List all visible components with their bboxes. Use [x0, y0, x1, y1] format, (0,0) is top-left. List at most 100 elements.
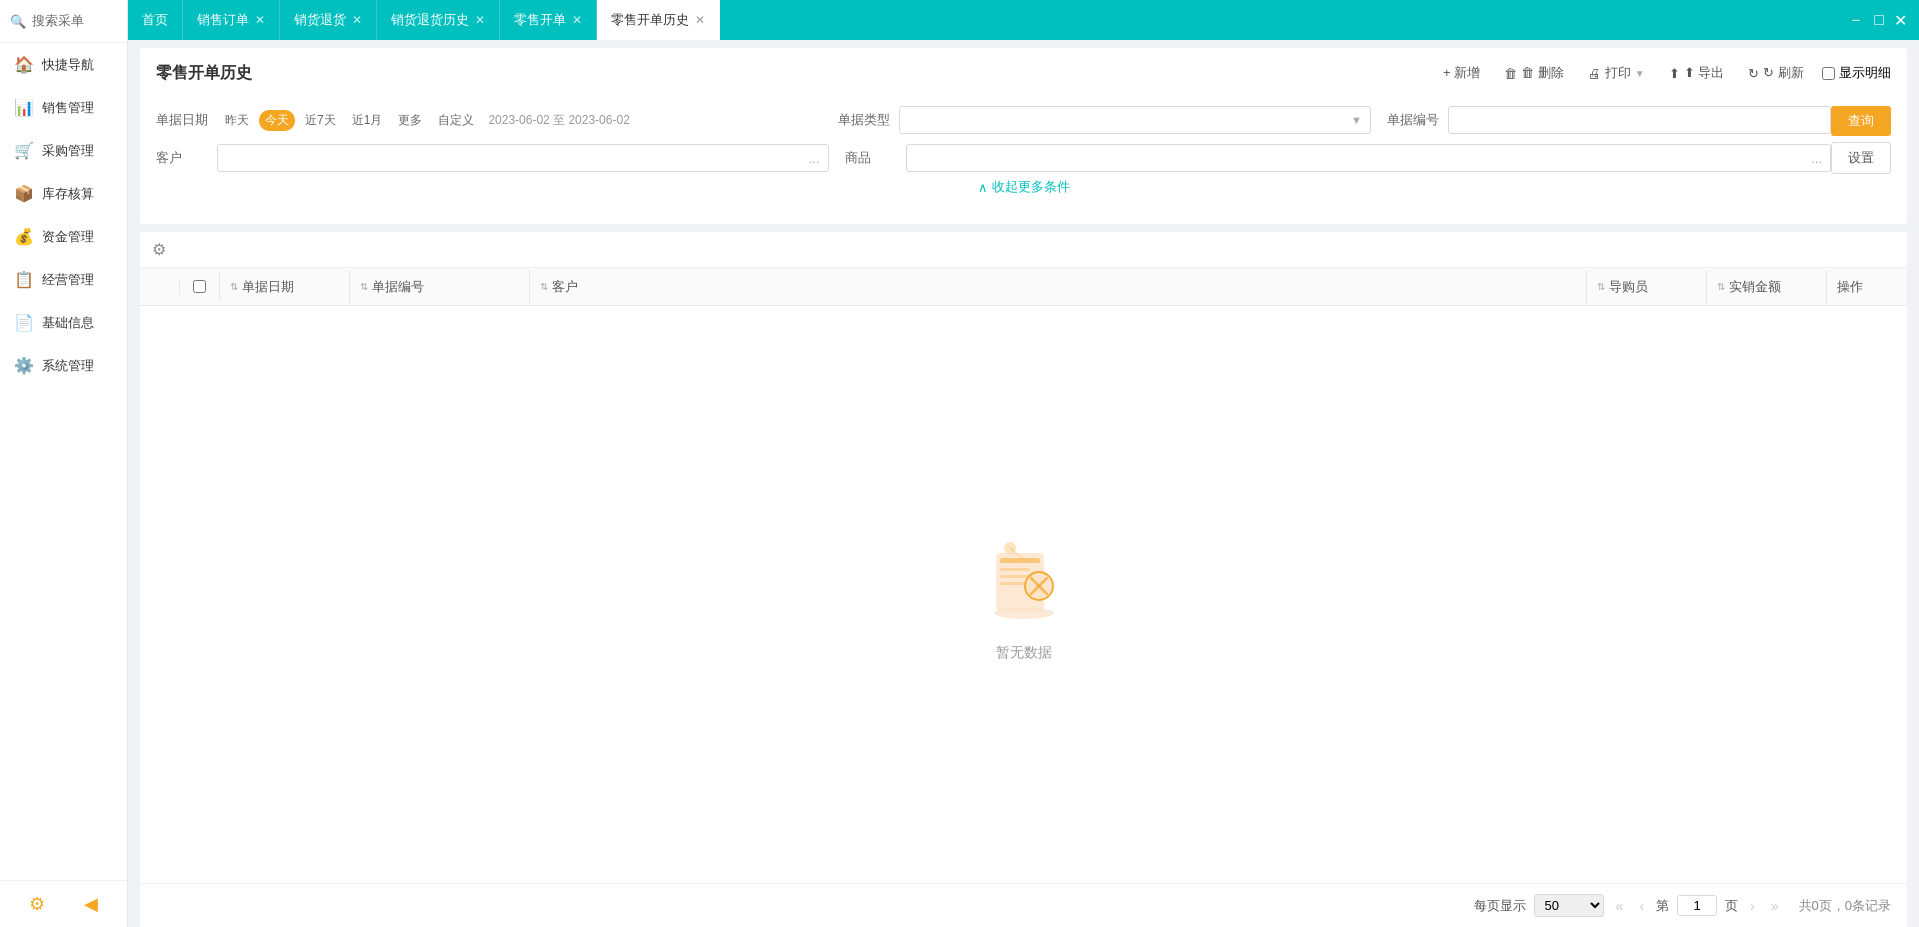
- display-detail-checkbox[interactable]: [1822, 67, 1835, 80]
- goods-input[interactable]: [915, 151, 1812, 166]
- svg-rect-2: [1000, 558, 1040, 563]
- sort-icon-amount: ⇅: [1717, 281, 1725, 292]
- table-toolbar: ⚙: [140, 232, 1907, 268]
- sidebar-item-operations[interactable]: 📋 经营管理: [0, 258, 127, 301]
- th-customer-label: 客户: [552, 278, 578, 296]
- date-range-text: 2023-06-02 至 2023-06-02: [488, 112, 629, 129]
- search-menu-item[interactable]: 🔍 搜索采单: [0, 0, 127, 43]
- print-icon: 🖨: [1588, 66, 1601, 81]
- tab-home[interactable]: 首页: [128, 0, 183, 40]
- refresh-button[interactable]: ↻ ↻ 刷新: [1742, 60, 1810, 86]
- sidebar-item-label: 资金管理: [42, 228, 94, 246]
- window-minimize[interactable]: －: [1848, 10, 1864, 31]
- tab-close-sales-return[interactable]: ✕: [352, 13, 362, 27]
- cart-icon: 🛒: [14, 141, 34, 160]
- tab-close-retail-open[interactable]: ✕: [572, 13, 582, 27]
- tab-bar: 首页 销售订单 ✕ 销货退货 ✕ 销货退货历史 ✕ 零售开单 ✕ 零售开单历史 …: [128, 0, 1919, 40]
- page-suffix: 页: [1725, 897, 1738, 915]
- filter-settings-button[interactable]: 设置: [1831, 142, 1891, 174]
- sidebar-item-inventory[interactable]: 📦 库存核算: [0, 172, 127, 215]
- search-label: 搜索采单: [32, 12, 84, 30]
- sidebar-item-sales-mgmt[interactable]: 📊 销售管理: [0, 86, 127, 129]
- date-chip-yesterday[interactable]: 昨天: [219, 110, 255, 131]
- th-checkbox[interactable]: [180, 272, 220, 301]
- window-maximize[interactable]: □: [1874, 11, 1884, 29]
- customer-dots-icon[interactable]: ...: [809, 151, 820, 166]
- tab-home-label: 首页: [142, 11, 168, 29]
- goods-input-wrap[interactable]: ...: [906, 144, 1831, 172]
- tab-sales-order[interactable]: 销售订单 ✕: [183, 0, 280, 40]
- page-first-btn[interactable]: «: [1612, 896, 1628, 916]
- sidebar-item-label: 经营管理: [42, 271, 94, 289]
- sort-icon-billno: ⇅: [360, 281, 368, 292]
- page-title-row: 零售开单历史 + 新增 🗑 🗑 删除 🖨 打印 ▼: [156, 60, 1891, 86]
- empty-state: 暂无数据: [140, 306, 1907, 883]
- settings-bottom-icon[interactable]: ⚙: [29, 893, 45, 915]
- page-body: 零售开单历史 + 新增 🗑 🗑 删除 🖨 打印 ▼: [128, 40, 1919, 927]
- delete-button[interactable]: 🗑 🗑 删除: [1498, 60, 1570, 86]
- query-button[interactable]: 查询: [1831, 106, 1891, 136]
- sidebar-item-finance[interactable]: 💰 资金管理: [0, 215, 127, 258]
- pagination: 每页显示 50 20 100 « ‹ 第 页 › » 共0页，0条记录: [140, 883, 1907, 927]
- sidebar-item-purchase-mgmt[interactable]: 🛒 采购管理: [0, 129, 127, 172]
- svg-rect-5: [1000, 582, 1025, 585]
- page-last-btn[interactable]: »: [1767, 896, 1783, 916]
- tab-close-sales-order[interactable]: ✕: [255, 13, 265, 27]
- date-chips: 昨天 今天 近7天 近1月 更多 自定义: [219, 110, 480, 131]
- date-chip-custom[interactable]: 自定义: [432, 110, 480, 131]
- tab-retail-history[interactable]: 零售开单历史 ✕: [597, 0, 720, 40]
- sidebar-item-label: 库存核算: [42, 185, 94, 203]
- bill-no-filter: 单据编号: [1387, 106, 1831, 134]
- page-prev-btn[interactable]: ‹: [1635, 896, 1648, 916]
- page-label: 第: [1656, 897, 1669, 915]
- page-next-btn[interactable]: ›: [1746, 896, 1759, 916]
- goods-dots-icon[interactable]: ...: [1811, 151, 1822, 166]
- date-chip-7days[interactable]: 近7天: [299, 110, 342, 131]
- page-size-select[interactable]: 50 20 100: [1534, 894, 1604, 917]
- tab-sales-return-history[interactable]: 销货退货历史 ✕: [377, 0, 500, 40]
- gear-icon: ⚙️: [14, 356, 34, 375]
- customer-filter: 客户 ...: [156, 144, 829, 172]
- th-guide[interactable]: ⇅ 导购员: [1587, 270, 1707, 304]
- date-chip-today[interactable]: 今天: [259, 110, 295, 131]
- export-icon: ⬆: [1669, 66, 1680, 81]
- table-settings-icon[interactable]: ⚙: [152, 240, 166, 259]
- export-button[interactable]: ⬆ ⬆ 导出: [1663, 60, 1731, 86]
- refresh-icon: ↻: [1748, 66, 1759, 81]
- collapse-sidebar-icon[interactable]: ◀: [84, 893, 98, 915]
- tab-retail-history-label: 零售开单历史: [611, 11, 689, 29]
- total-info: 共0页，0条记录: [1799, 897, 1891, 915]
- th-date[interactable]: ⇅ 单据日期: [220, 270, 350, 304]
- date-chip-more[interactable]: 更多: [392, 110, 428, 131]
- customer-input-wrap[interactable]: ...: [217, 144, 829, 172]
- sort-icon-customer: ⇅: [540, 281, 548, 292]
- collapse-more-conditions[interactable]: ∧ 收起更多条件: [978, 178, 1070, 196]
- bill-no-input-wrap[interactable]: [1448, 106, 1831, 134]
- th-customer[interactable]: ⇅ 客户: [530, 270, 1587, 304]
- th-amount[interactable]: ⇅ 实销金额: [1707, 270, 1827, 304]
- display-detail-toggle[interactable]: 显示明细: [1822, 64, 1891, 82]
- th-amount-label: 实销金额: [1729, 278, 1781, 296]
- window-close[interactable]: ✕: [1894, 11, 1907, 30]
- page-number-input[interactable]: [1677, 895, 1717, 916]
- tab-retail-open-label: 零售开单: [514, 11, 566, 29]
- select-all-checkbox[interactable]: [193, 280, 206, 293]
- box-icon: 📦: [14, 184, 34, 203]
- date-chip-1month[interactable]: 近1月: [346, 110, 389, 131]
- customer-input[interactable]: [226, 151, 809, 166]
- tab-retail-open[interactable]: 零售开单 ✕: [500, 0, 597, 40]
- sidebar-item-base-info[interactable]: 📄 基础信息: [0, 301, 127, 344]
- bill-no-input[interactable]: [1457, 113, 1822, 128]
- sidebar-item-quick-nav[interactable]: 🏠 快捷导航: [0, 43, 127, 86]
- tab-close-sales-return-history[interactable]: ✕: [475, 13, 485, 27]
- bill-type-input[interactable]: ▼: [899, 106, 1371, 134]
- sidebar-item-system[interactable]: ⚙️ 系统管理: [0, 344, 127, 387]
- th-billno[interactable]: ⇅ 单据编号: [350, 270, 530, 304]
- tab-close-retail-history[interactable]: ✕: [695, 13, 705, 27]
- page-header-section: 零售开单历史 + 新增 🗑 🗑 删除 🖨 打印 ▼: [140, 48, 1907, 224]
- search-icon: 🔍: [10, 14, 26, 29]
- th-billno-label: 单据编号: [372, 278, 424, 296]
- print-button[interactable]: 🖨 打印 ▼: [1582, 60, 1651, 86]
- add-button[interactable]: + 新增: [1437, 60, 1486, 86]
- tab-sales-return[interactable]: 销货退货 ✕: [280, 0, 377, 40]
